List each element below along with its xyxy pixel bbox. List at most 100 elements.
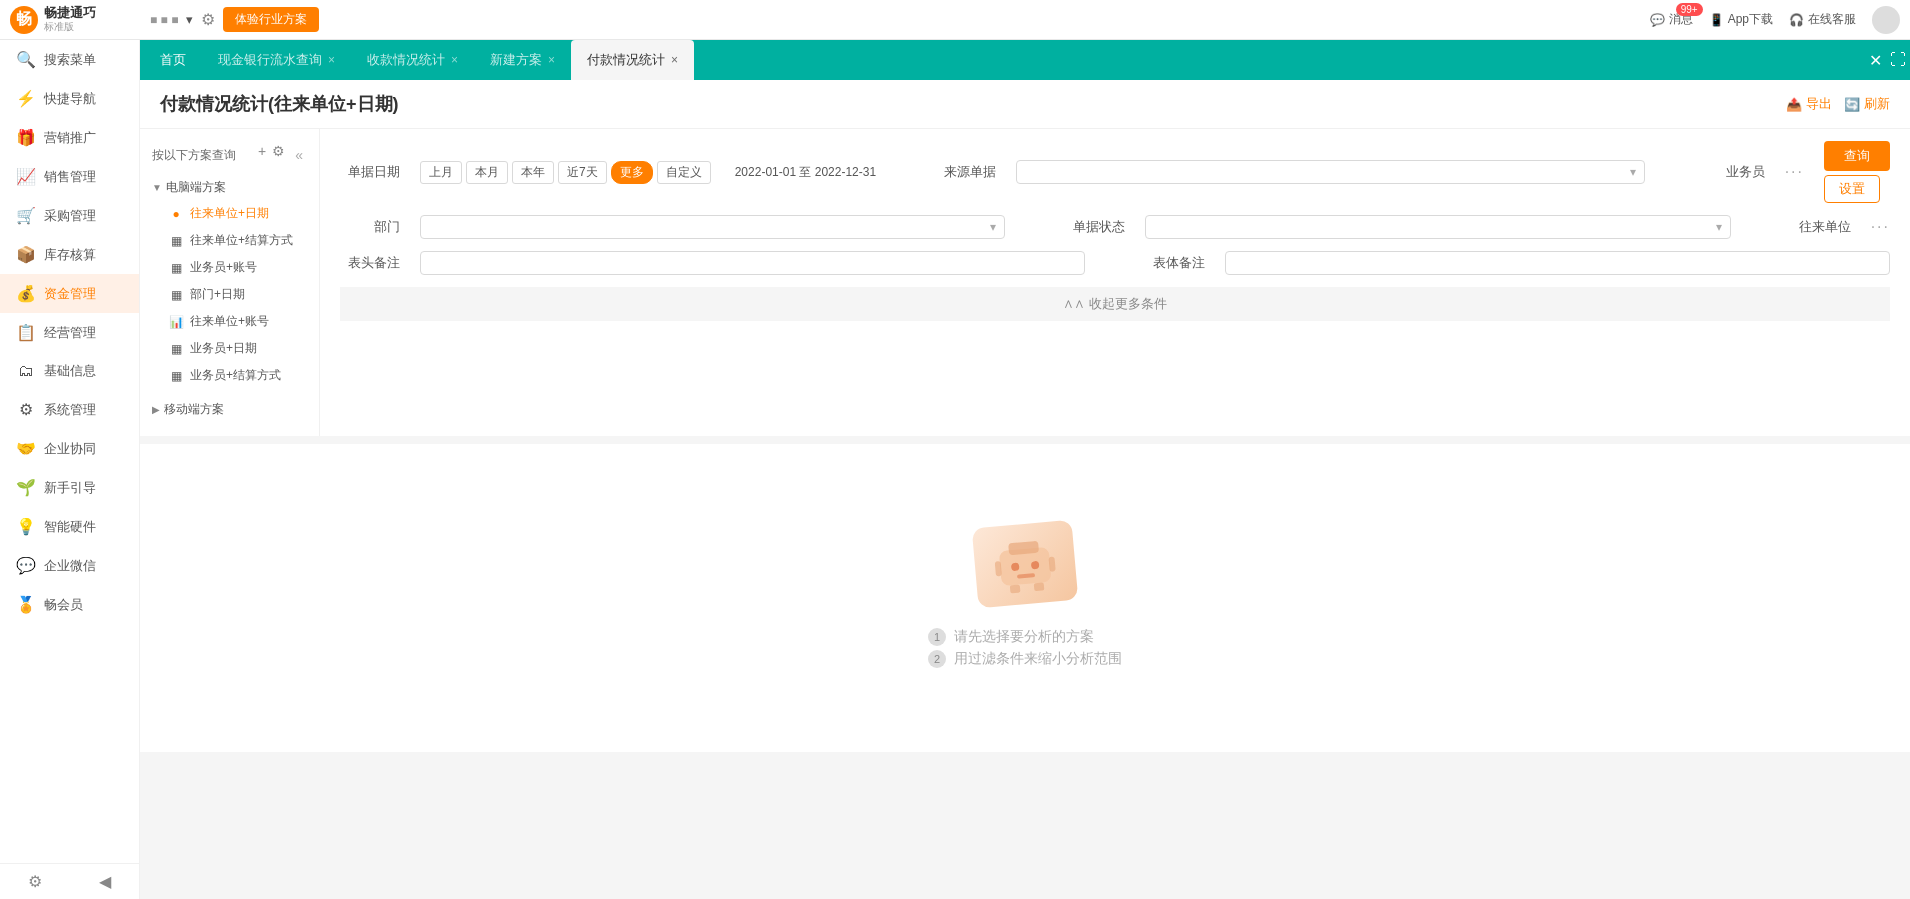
sidebar-item-system[interactable]: ⚙ 系统管理	[0, 390, 139, 429]
message-icon: 💬	[1650, 13, 1665, 27]
sidebar-item-vip[interactable]: 🏅 畅会员	[0, 585, 139, 624]
collapse-more-btn[interactable]: ∧∧ 收起更多条件	[340, 287, 1890, 321]
guide-icon: 🌱	[16, 478, 36, 497]
mobile-group-title[interactable]: ▶ 移动端方案	[140, 397, 319, 422]
tab-receipt-stats-close[interactable]: ×	[451, 53, 458, 67]
refresh-button[interactable]: 🔄 刷新	[1844, 95, 1890, 113]
sidebar-gear-icon[interactable]: ⚙	[28, 872, 42, 891]
scheme-item-staff-account[interactable]: ▦ 业务员+账号	[140, 254, 319, 281]
scheme-item-unit-date[interactable]: ● 往来单位+日期	[140, 200, 319, 227]
date-btn-last-month[interactable]: 上月	[420, 161, 462, 184]
basic-info-icon: 🗂	[16, 362, 36, 380]
query-button[interactable]: 查询	[1824, 141, 1890, 171]
main-layout: 🔍 搜索菜单 ⚡ 快捷导航 🎁 营销推广 📈 销售管理 🛒 采购管理 📦 库存核…	[0, 40, 1910, 899]
sidebar-item-sales[interactable]: 📈 销售管理	[0, 157, 139, 196]
table-body-note-input[interactable]	[1234, 256, 1881, 270]
sidebar-item-quick-nav[interactable]: ⚡ 快捷导航	[0, 79, 139, 118]
sidebar-item-purchase[interactable]: 🛒 采购管理	[0, 196, 139, 235]
date-btn-this-month[interactable]: 本月	[466, 161, 508, 184]
header-dropdown-arrow[interactable]: ▾	[186, 12, 193, 27]
tab-expand-icon[interactable]: ⛶	[1890, 51, 1906, 69]
weixin-icon: 💬	[16, 556, 36, 575]
tab-payment-stats-close[interactable]: ×	[671, 53, 678, 67]
mobile-group-label: 移动端方案	[164, 401, 224, 418]
logo-text: 畅捷通巧	[44, 5, 96, 21]
page-content: 付款情况统计(往来单位+日期) 📤 导出 🔄 刷新	[140, 80, 1910, 899]
voucher-status-select[interactable]: ▾	[1145, 215, 1730, 239]
date-btn-7days[interactable]: 近7天	[558, 161, 607, 184]
scheme-item-staff-date[interactable]: ▦ 业务员+日期	[140, 335, 319, 362]
export-button[interactable]: 📤 导出	[1786, 95, 1832, 113]
scheme-item-staff-settle-label: 业务员+结算方式	[190, 367, 281, 384]
unit-ellipsis[interactable]: ···	[1871, 218, 1890, 236]
desktop-group-title[interactable]: ▼ 电脑端方案	[140, 175, 319, 200]
filter-area: 单据日期 上月 本月 本年 近7天 更多 自定义 2022-01-01 至 20…	[320, 129, 1910, 436]
empty-hint-2-text: 用过滤条件来缩小分析范围	[954, 650, 1122, 668]
source-select-arrow: ▾	[1630, 165, 1636, 179]
tab-bank-flow-close[interactable]: ×	[328, 53, 335, 67]
setting-button[interactable]: 设置	[1824, 175, 1880, 203]
page-header: 付款情况统计(往来单位+日期) 📤 导出 🔄 刷新	[140, 80, 1910, 129]
purchase-icon: 🛒	[16, 206, 36, 225]
mobile-group-arrow: ▶	[152, 404, 160, 415]
desktop-group-label: 电脑端方案	[166, 179, 226, 196]
sidebar: 🔍 搜索菜单 ⚡ 快捷导航 🎁 营销推广 📈 销售管理 🛒 采购管理 📦 库存核…	[0, 40, 140, 899]
scheme-settings-icon[interactable]: ⚙	[272, 143, 285, 167]
header-settings-icon[interactable]: ⚙	[201, 10, 215, 29]
scheme-item-staff-settle[interactable]: ▦ 业务员+结算方式	[140, 362, 319, 389]
filter-row-2: 部门 ▾ 单据状态 ▾ 往来单位 ···	[340, 215, 1890, 239]
sidebar-item-inventory[interactable]: 📦 库存核算	[0, 235, 139, 274]
sidebar-item-smart-hw[interactable]: 💡 智能硬件	[0, 507, 139, 546]
scheme-item-dept-date[interactable]: ▦ 部门+日期	[140, 281, 319, 308]
empty-num-2: 2	[928, 650, 946, 668]
scheme-item-unit-settle[interactable]: ▦ 往来单位+结算方式	[140, 227, 319, 254]
sidebar-item-guide[interactable]: 🌱 新手引导	[0, 468, 139, 507]
sidebar-item-basic-info[interactable]: 🗂 基础信息	[0, 352, 139, 390]
user-avatar[interactable]	[1872, 6, 1900, 34]
collab-icon: 🤝	[16, 439, 36, 458]
tab-new-scheme[interactable]: 新建方案 ×	[474, 40, 571, 80]
tab-home[interactable]: 首页	[144, 40, 202, 80]
table-header-note-input[interactable]	[429, 256, 1076, 270]
sidebar-collapse-icon[interactable]: ◀	[99, 872, 111, 891]
staff-label: 业务员	[1705, 163, 1765, 181]
scheme-item-staff-date-label: 业务员+日期	[190, 340, 257, 357]
empty-hint-1: 1 请先选择要分析的方案	[928, 628, 1122, 646]
service-icon: 🎧	[1789, 13, 1804, 27]
breadcrumb: ■ ■ ■	[150, 13, 178, 27]
scheme-add-icon[interactable]: +	[258, 143, 266, 167]
filter-panel: 按以下方案查询 + ⚙ « ▼ 电脑端方案 ●	[140, 129, 1910, 436]
date-btn-custom[interactable]: 自定义	[657, 161, 711, 184]
sidebar-item-finance[interactable]: 💰 资金管理	[0, 274, 139, 313]
sidebar-item-search[interactable]: 🔍 搜索菜单	[0, 40, 139, 79]
logo-text-wrap: 畅捷通巧 标准版	[44, 5, 96, 35]
source-select[interactable]: ▾	[1016, 160, 1645, 184]
sidebar-item-operation[interactable]: 📋 经营管理	[0, 313, 139, 352]
app-download-item[interactable]: 📱 App下载	[1709, 11, 1773, 28]
online-service-item[interactable]: 🎧 在线客服	[1789, 11, 1856, 28]
message-item[interactable]: 💬 消息 99+	[1650, 11, 1693, 28]
dept-select[interactable]: ▾	[420, 215, 1005, 239]
system-icon: ⚙	[16, 400, 36, 419]
trial-button[interactable]: 体验行业方案	[223, 7, 319, 32]
tab-payment-stats[interactable]: 付款情况统计 ×	[571, 40, 694, 80]
header-middle: ■ ■ ■ ▾ ⚙ 体验行业方案	[150, 7, 1650, 32]
sidebar-label-sales: 销售管理	[44, 168, 96, 186]
tab-close-all-icon[interactable]: ✕	[1869, 51, 1882, 70]
sidebar-item-collab[interactable]: 🤝 企业协同	[0, 429, 139, 468]
scheme-item-unit-account[interactable]: 📊 往来单位+账号	[140, 308, 319, 335]
tab-bank-flow[interactable]: 现金银行流水查询 ×	[202, 40, 351, 80]
tab-receipt-stats[interactable]: 收款情况统计 ×	[351, 40, 474, 80]
sidebar-item-marketing[interactable]: 🎁 营销推广	[0, 118, 139, 157]
table-body-note-input-wrap	[1225, 251, 1890, 275]
sidebar-item-weixin[interactable]: 💬 企业微信	[0, 546, 139, 585]
scheme-collapse-icon[interactable]: «	[291, 143, 307, 167]
tab-new-scheme-close[interactable]: ×	[548, 53, 555, 67]
top-header: 畅 畅捷通巧 标准版 ■ ■ ■ ▾ ⚙ 体验行业方案 💬 消息 99+ 📱 A…	[0, 0, 1910, 40]
logo-area: 畅 畅捷通巧 标准版	[10, 5, 150, 35]
scheme-item-unit-date-label: 往来单位+日期	[190, 205, 269, 222]
staff-ellipsis[interactable]: ···	[1785, 163, 1804, 181]
quick-nav-icon: ⚡	[16, 89, 36, 108]
date-btn-more[interactable]: 更多	[611, 161, 653, 184]
date-btn-this-year[interactable]: 本年	[512, 161, 554, 184]
